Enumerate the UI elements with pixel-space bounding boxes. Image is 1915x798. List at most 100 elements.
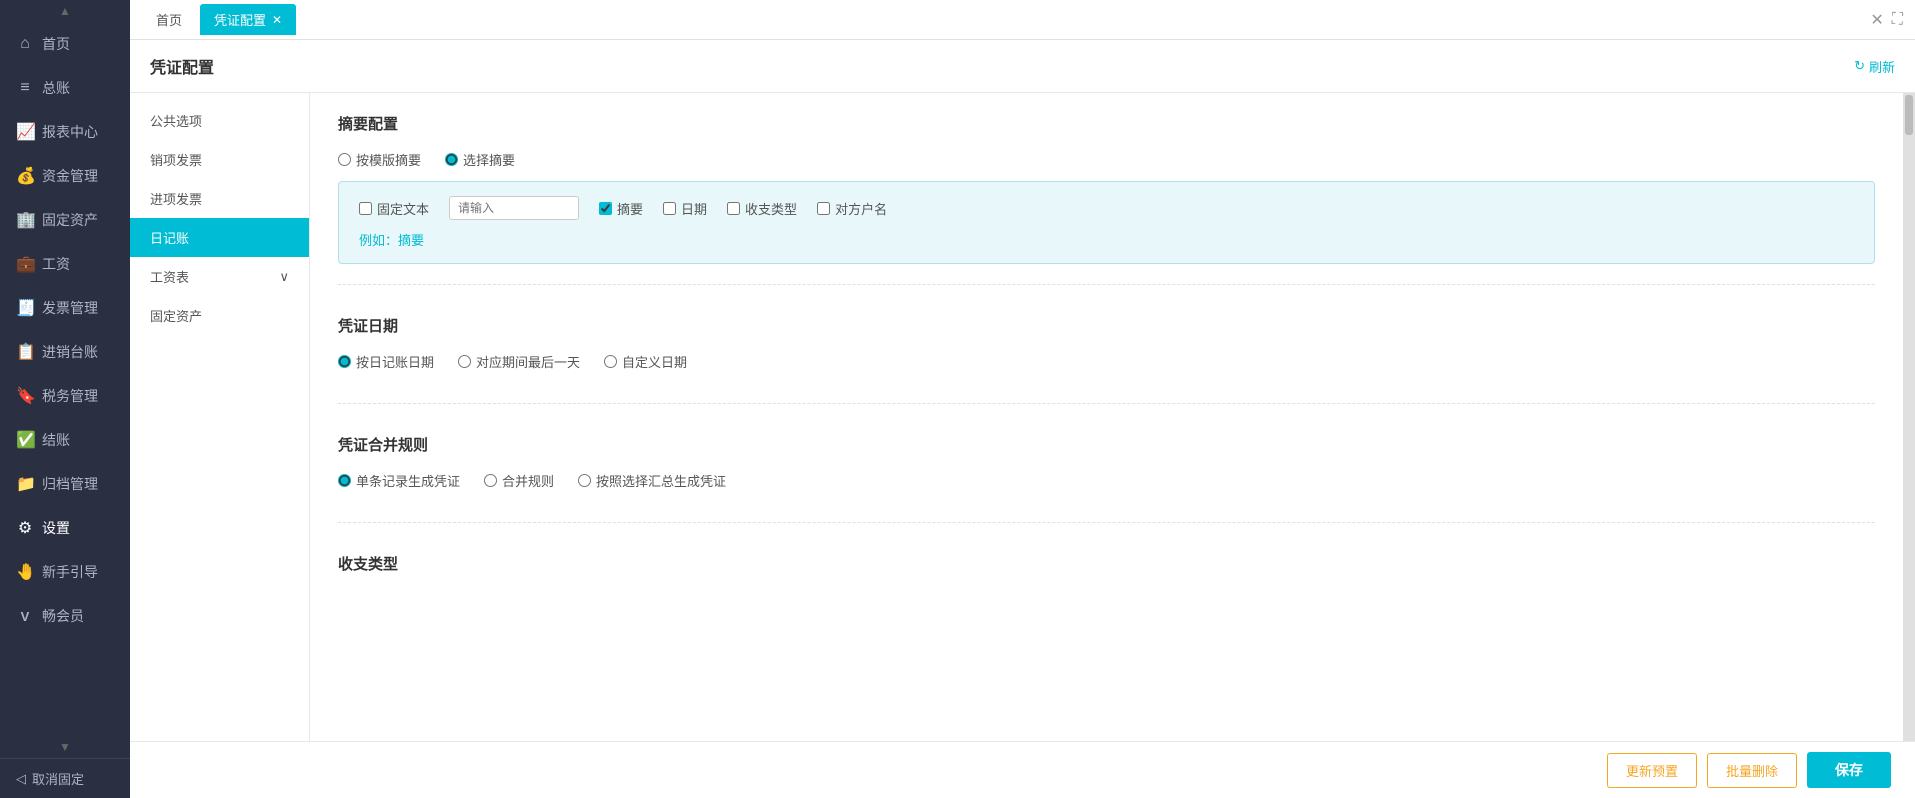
guide-icon: 🤚 [16, 562, 34, 582]
sidebar-item-payroll[interactable]: 💼 工资 [0, 242, 130, 286]
merge-rules-section-title: 凭证合并规则 [338, 434, 1875, 455]
summary-checkbox[interactable] [599, 202, 612, 215]
merge-rule-option[interactable]: 合并规则 [484, 471, 554, 490]
main-area: 首页 凭证配置 ✕ ✕ ⛶ 凭证配置 ↻ 刷新 公共选项 [130, 0, 1915, 798]
fixed-text-checkbox[interactable] [359, 202, 372, 215]
sidebar-item-settings[interactable]: ⚙ 设置 [0, 506, 130, 550]
home-icon: ⌂ [16, 35, 34, 53]
sidebar-item-assets[interactable]: 🏢 固定资产 [0, 198, 130, 242]
settings-icon: ⚙ [16, 518, 34, 538]
merge-rules-radio-group: 单条记录生成凭证 合并规则 按照选择汇总生成凭证 [338, 471, 1875, 490]
select-summary-radio[interactable] [445, 153, 458, 166]
content-area: 凭证配置 ↻ 刷新 公共选项 销项发票 进项发票 日记账 [130, 40, 1915, 798]
page-title: 凭证配置 [150, 54, 214, 78]
sidebar-nav: ⌂ 首页 ≡ 总账 📈 报表中心 💰 资金管理 🏢 固定资产 💼 工资 🧾 发票… [0, 22, 130, 736]
section-income-type: 收支类型 [338, 553, 1875, 610]
sidebar-item-reports[interactable]: 📈 报表中心 [0, 110, 130, 154]
by-journal-date-option[interactable]: 按日记账日期 [338, 352, 434, 371]
left-nav-purchase-invoice[interactable]: 进项发票 [130, 179, 309, 218]
fixed-text-check[interactable]: 固定文本 [359, 199, 429, 218]
example-text: 例如：摘要 [359, 230, 1854, 249]
left-nav-journal[interactable]: 日记账 [130, 218, 309, 257]
assets-icon: 🏢 [16, 210, 34, 230]
merge-rule-radio[interactable] [484, 474, 497, 487]
refresh-icon: ↻ [1854, 58, 1865, 74]
pin-icon: ◁ [16, 771, 26, 787]
sidebar-item-closing[interactable]: ✅ 结账 [0, 418, 130, 462]
sidebar: ▲ ⌂ 首页 ≡ 总账 📈 报表中心 💰 资金管理 🏢 固定资产 💼 工资 🧾 … [0, 0, 130, 798]
counterpart-checkbox[interactable] [817, 202, 830, 215]
summary-checkboxes-row: 固定文本 摘要 日期 [359, 196, 1854, 220]
ledger-icon: ≡ [16, 79, 34, 97]
sidebar-bottom: ◁ 取消固定 [0, 758, 130, 798]
template-summary-radio[interactable] [338, 153, 351, 166]
sidebar-item-ledger[interactable]: ≡ 总账 [0, 66, 130, 110]
template-summary-option[interactable]: 按模版摘要 [338, 150, 421, 169]
left-nav-sales-invoice[interactable]: 销项发票 [130, 140, 309, 179]
right-content: 摘要配置 按模版摘要 选择摘要 [310, 93, 1903, 741]
body-area: 公共选项 销项发票 进项发票 日记账 工资表 ∨ 固定资产 [130, 93, 1915, 741]
single-record-radio[interactable] [338, 474, 351, 487]
sidebar-item-invoice-mgmt[interactable]: 🧾 发票管理 [0, 286, 130, 330]
counterpart-check[interactable]: 对方户名 [817, 199, 887, 218]
summary-check[interactable]: 摘要 [599, 199, 643, 218]
by-journal-date-radio[interactable] [338, 355, 351, 368]
section-merge-rules: 凭证合并规则 单条记录生成凭证 合并规则 按照选择汇总生成凭证 [338, 434, 1875, 523]
save-button[interactable]: 保存 [1807, 752, 1891, 788]
select-summary-option[interactable]: 选择摘要 [445, 150, 515, 169]
scrollbar-thumb[interactable] [1905, 95, 1913, 135]
left-nav-public[interactable]: 公共选项 [130, 101, 309, 140]
sidebar-scroll-up[interactable]: ▲ [0, 0, 130, 22]
select-merge-radio[interactable] [578, 474, 591, 487]
sidebar-item-purchase-sales[interactable]: 📋 进销台账 [0, 330, 130, 374]
sidebar-item-archive[interactable]: 📁 归档管理 [0, 462, 130, 506]
reports-icon: 📈 [16, 122, 34, 142]
batch-delete-button[interactable]: 批量删除 [1707, 753, 1797, 788]
closing-icon: ✅ [16, 430, 34, 450]
single-record-option[interactable]: 单条记录生成凭证 [338, 471, 460, 490]
payroll-icon: 💼 [16, 254, 34, 274]
income-type-checkbox[interactable] [727, 202, 740, 215]
voucher-date-radio-group: 按日记账日期 对应期间最后一天 自定义日期 [338, 352, 1875, 371]
fixed-text-input[interactable] [449, 196, 579, 220]
sidebar-item-home[interactable]: ⌂ 首页 [0, 22, 130, 66]
tabbar: 首页 凭证配置 ✕ ✕ ⛶ [130, 0, 1915, 40]
member-icon: V [16, 609, 34, 624]
expand-window-button[interactable]: ⛶ [1892, 10, 1903, 30]
bottom-bar: 更新预置 批量删除 保存 [130, 741, 1915, 798]
summary-section-title: 摘要配置 [338, 113, 1875, 134]
income-type-check[interactable]: 收支类型 [727, 199, 797, 218]
chevron-down-icon: ∨ [279, 269, 289, 285]
income-type-section-title: 收支类型 [338, 553, 1875, 574]
tab-home[interactable]: 首页 [142, 4, 196, 35]
sidebar-item-guide[interactable]: 🤚 新手引导 [0, 550, 130, 594]
custom-date-option[interactable]: 自定义日期 [604, 352, 687, 371]
voucher-date-section-title: 凭证日期 [338, 315, 1875, 336]
date-checkbox[interactable] [663, 202, 676, 215]
update-preview-button[interactable]: 更新预置 [1607, 753, 1697, 788]
tab-voucher-config[interactable]: 凭证配置 ✕ [200, 4, 296, 35]
tabbar-actions: ✕ ⛶ [1870, 10, 1903, 30]
archive-icon: 📁 [16, 474, 34, 494]
sidebar-item-member[interactable]: V 畅会员 [0, 594, 130, 638]
sidebar-item-funds[interactable]: 💰 资金管理 [0, 154, 130, 198]
sidebar-pin-button[interactable]: ◁ 取消固定 [0, 759, 130, 798]
select-merge-option[interactable]: 按照选择汇总生成凭证 [578, 471, 726, 490]
last-day-radio[interactable] [458, 355, 471, 368]
page-header: 凭证配置 ↻ 刷新 [130, 40, 1915, 93]
section-summary: 摘要配置 按模版摘要 选择摘要 [338, 113, 1875, 285]
refresh-button[interactable]: ↻ 刷新 [1854, 57, 1895, 76]
sidebar-scroll-down[interactable]: ▼ [0, 736, 130, 758]
last-day-option[interactable]: 对应期间最后一天 [458, 352, 580, 371]
tab-close-icon[interactable]: ✕ [272, 13, 282, 27]
summary-radio-group: 按模版摘要 选择摘要 [338, 150, 1875, 169]
left-nav-fixed-assets[interactable]: 固定资产 [130, 296, 309, 335]
outer-scrollbar[interactable] [1903, 93, 1915, 741]
close-window-button[interactable]: ✕ [1870, 10, 1883, 30]
section-voucher-date: 凭证日期 按日记账日期 对应期间最后一天 自定义日期 [338, 315, 1875, 404]
date-check[interactable]: 日期 [663, 199, 707, 218]
left-nav-payroll-table[interactable]: 工资表 ∨ [130, 257, 309, 296]
sidebar-item-tax[interactable]: 🔖 税务管理 [0, 374, 130, 418]
custom-date-radio[interactable] [604, 355, 617, 368]
funds-icon: 💰 [16, 166, 34, 186]
